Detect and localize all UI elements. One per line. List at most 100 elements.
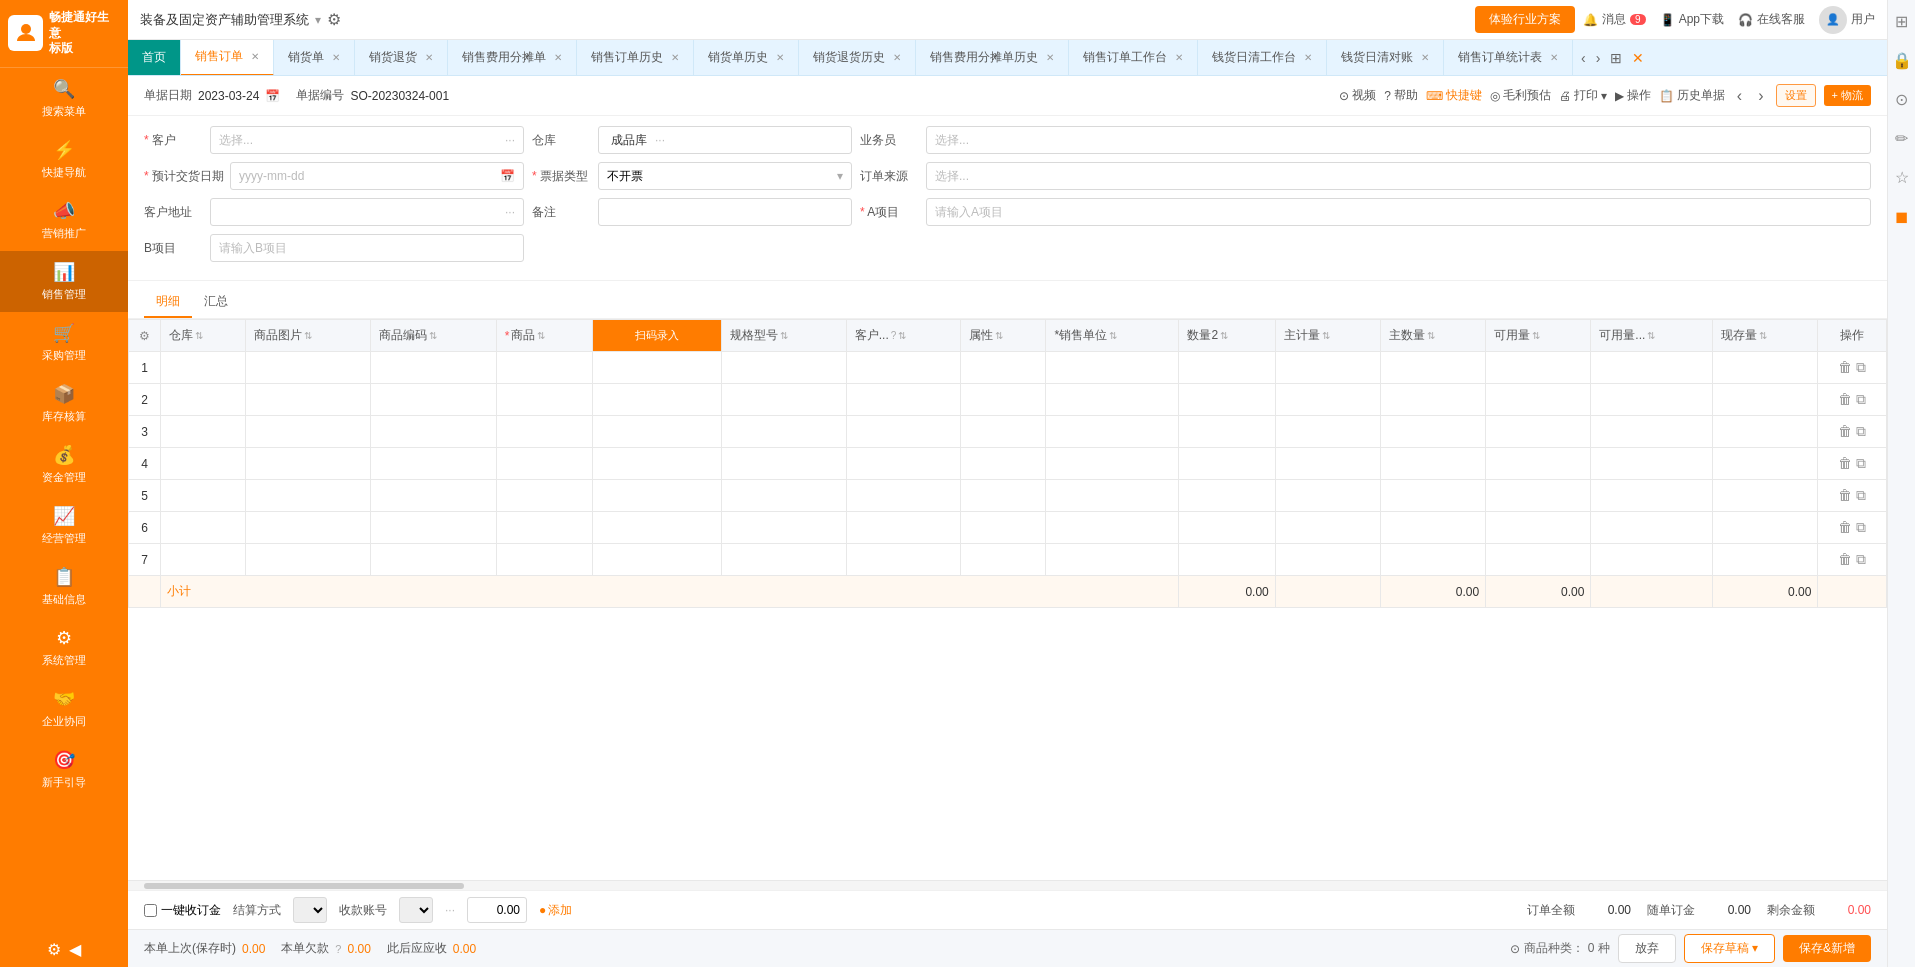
col-header-customer-code[interactable]: 客户...?⇅ <box>846 320 961 352</box>
addr-more-icon[interactable]: ··· <box>505 205 515 219</box>
table-cell[interactable] <box>1046 416 1179 448</box>
delete-icon[interactable]: 🗑 <box>1838 391 1852 408</box>
tab-ship-history[interactable]: 销货单历史 ✕ <box>694 40 799 76</box>
invoice-type-wrapper[interactable]: 不开票 ▾ <box>598 162 852 190</box>
table-cell[interactable] <box>246 352 371 384</box>
table-cell[interactable] <box>496 448 592 480</box>
sidebar-item-purchase[interactable]: 🛒 采购管理 <box>0 312 128 373</box>
side-panel-icon-5[interactable]: ☆ <box>1891 164 1913 191</box>
horizontal-scrollbar[interactable] <box>128 880 1887 890</box>
col-header-available[interactable]: 可用量⇅ <box>1486 320 1591 352</box>
table-cell[interactable] <box>371 416 496 448</box>
customer-more-icon[interactable]: ··· <box>505 133 515 147</box>
tab-close-icon[interactable]: ✕ <box>893 52 901 63</box>
salesperson-input[interactable] <box>935 133 1862 147</box>
sidebar-item-search[interactable]: 🔍 搜索菜单 <box>0 68 128 129</box>
settings-button[interactable]: 设置 <box>1776 84 1816 107</box>
table-cell[interactable] <box>161 544 246 576</box>
gear-icon[interactable]: ⚙ <box>139 329 150 343</box>
customer-input-wrapper[interactable]: ··· <box>210 126 524 154</box>
collapse-icon[interactable]: ◀ <box>69 940 81 959</box>
delete-icon[interactable]: 🗑 <box>1838 551 1852 568</box>
delete-icon[interactable]: 🗑 <box>1838 519 1852 536</box>
table-cell[interactable] <box>161 416 246 448</box>
sidebar-item-guide[interactable]: 🎯 新手引导 <box>0 739 128 800</box>
sidebar-item-marketing[interactable]: 📣 营销推广 <box>0 190 128 251</box>
scrollbar-thumb[interactable] <box>144 883 464 889</box>
delivery-date-wrapper[interactable]: 📅 <box>230 162 524 190</box>
tab-close-icon[interactable]: ✕ <box>1421 52 1429 63</box>
table-cell[interactable] <box>721 448 846 480</box>
table-cell[interactable] <box>161 384 246 416</box>
messages-button[interactable]: 🔔 消息 9 <box>1583 11 1646 28</box>
order-source-wrapper[interactable] <box>926 162 1871 190</box>
table-cell[interactable] <box>1046 544 1179 576</box>
salesperson-input-wrapper[interactable] <box>926 126 1871 154</box>
remark-input[interactable] <box>598 198 852 226</box>
copy-icon[interactable]: ⧉ <box>1856 487 1866 504</box>
table-cell[interactable] <box>721 352 846 384</box>
table-cell[interactable] <box>846 448 961 480</box>
tab-next-icon[interactable]: › <box>1592 48 1605 68</box>
table-cell[interactable] <box>161 480 246 512</box>
col-header-unit[interactable]: *销售单位⇅ <box>1046 320 1179 352</box>
sidebar-item-inventory[interactable]: 📦 库存核算 <box>0 373 128 434</box>
table-cell[interactable] <box>1046 384 1179 416</box>
table-cell[interactable] <box>961 544 1046 576</box>
table-cell[interactable] <box>371 480 496 512</box>
tab-close-icon[interactable]: ✕ <box>1304 52 1312 63</box>
table-cell[interactable] <box>246 416 371 448</box>
table-cell[interactable] <box>961 512 1046 544</box>
table-cell[interactable] <box>496 512 592 544</box>
tab-order-history[interactable]: 销售订单历史 ✕ <box>577 40 694 76</box>
table-cell[interactable] <box>846 416 961 448</box>
tab-close-icon[interactable]: ✕ <box>251 51 259 62</box>
table-cell[interactable] <box>1046 352 1179 384</box>
col-header-main-qty[interactable]: 主数量⇅ <box>1380 320 1485 352</box>
table-cell[interactable] <box>846 544 961 576</box>
help-action[interactable]: ? 帮助 <box>1384 87 1418 104</box>
customer-addr-wrapper[interactable]: ··· <box>210 198 524 226</box>
col-header-product[interactable]: * 商品⇅ <box>496 320 592 352</box>
order-source-input[interactable] <box>935 169 1862 183</box>
table-cell[interactable] <box>246 384 371 416</box>
table-cell[interactable] <box>1046 448 1179 480</box>
tab-home[interactable]: 首页 <box>128 40 181 76</box>
table-cell[interactable] <box>496 544 592 576</box>
table-cell[interactable] <box>161 512 246 544</box>
table-cell[interactable] <box>961 384 1046 416</box>
delete-icon[interactable]: 🗑 <box>1838 359 1852 376</box>
table-cell[interactable] <box>246 480 371 512</box>
table-cell[interactable] <box>161 352 246 384</box>
table-cell[interactable] <box>371 384 496 416</box>
tab-close-icon[interactable]: ✕ <box>1046 52 1054 63</box>
sidebar-item-sales[interactable]: 📊 销售管理 <box>0 251 128 312</box>
table-cell[interactable] <box>496 416 592 448</box>
table-cell[interactable] <box>592 352 721 384</box>
tab-prev-icon[interactable]: ‹ <box>1577 48 1590 68</box>
tab-sales-ship[interactable]: 销货单 ✕ <box>274 40 355 76</box>
table-cell[interactable] <box>721 480 846 512</box>
table-cell[interactable] <box>721 512 846 544</box>
tab-detail[interactable]: 明细 <box>144 289 192 318</box>
table-cell[interactable] <box>371 352 496 384</box>
help-icon[interactable]: ? <box>891 330 897 341</box>
warehouse-more-icon[interactable]: ··· <box>655 133 665 147</box>
table-cell[interactable] <box>496 352 592 384</box>
sidebar-item-collab[interactable]: 🤝 企业协同 <box>0 678 128 739</box>
save-new-button[interactable]: 保存&新增 <box>1783 935 1871 962</box>
copy-icon[interactable]: ⧉ <box>1856 519 1866 536</box>
table-cell[interactable] <box>371 448 496 480</box>
next-record-icon[interactable]: › <box>1754 85 1767 107</box>
col-header-spec[interactable]: 规格型号⇅ <box>721 320 846 352</box>
col-header-current[interactable]: 现存量⇅ <box>1713 320 1818 352</box>
sidebar-item-operation[interactable]: 📈 经营管理 <box>0 495 128 556</box>
tab-return-history[interactable]: 销货退货历史 ✕ <box>799 40 916 76</box>
table-cell[interactable] <box>592 480 721 512</box>
table-cell[interactable] <box>246 544 371 576</box>
table-cell[interactable] <box>721 416 846 448</box>
table-cell[interactable] <box>961 352 1046 384</box>
sidebar-item-quick[interactable]: ⚡ 快捷导航 <box>0 129 128 190</box>
table-cell[interactable] <box>846 512 961 544</box>
col-header-main-unit[interactable]: 主计量⇅ <box>1275 320 1380 352</box>
